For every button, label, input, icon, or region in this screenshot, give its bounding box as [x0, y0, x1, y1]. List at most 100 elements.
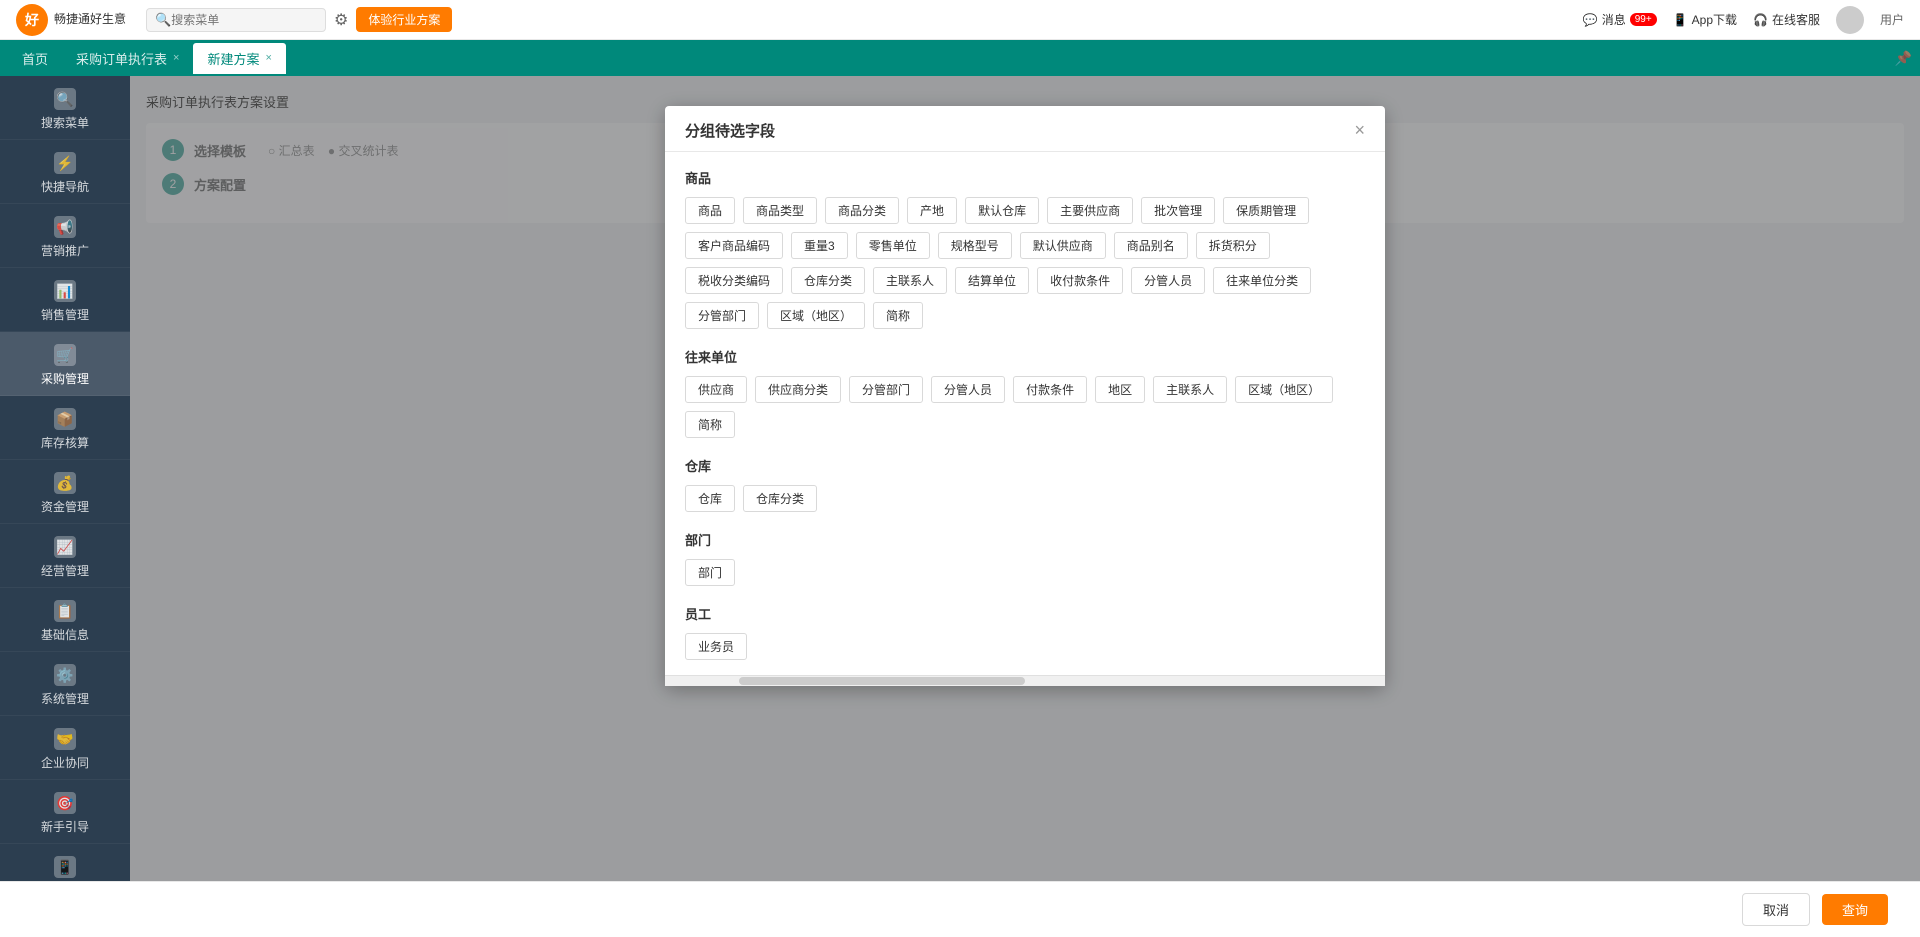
search-input[interactable] [171, 13, 301, 27]
tab-purchase-order[interactable]: 采购订单执行表 × [62, 43, 193, 74]
header-right: 💬 消息 99+ 📱 App下载 🎧 在线客服 用户 [1583, 6, 1904, 34]
sidebar-item-search[interactable]: 🔍 搜索菜单 [0, 76, 130, 140]
field-select-modal: 分组待选字段 × 商品 商品 商品类型 商品分类 产地 默认仓库 主要供应商 [665, 106, 1385, 686]
sidebar-sales-label: 销售管理 [41, 306, 89, 323]
field-product-alias[interactable]: 商品别名 [1114, 232, 1188, 259]
sidebar-item-purchase[interactable]: 🛒 采购管理 [0, 332, 130, 396]
section-employee-title: 员工 [685, 604, 1365, 623]
field-retail-unit[interactable]: 零售单位 [856, 232, 930, 259]
section-warehouse-title: 仓库 [685, 456, 1365, 475]
search-bar[interactable]: 🔍 [146, 8, 326, 32]
online-service-item[interactable]: 🎧 在线客服 [1753, 11, 1820, 28]
field-short-name-product[interactable]: 简称 [873, 302, 923, 329]
app-download-item[interactable]: 📱 App下载 [1673, 11, 1737, 28]
confirm-button[interactable]: 查询 [1822, 894, 1888, 925]
tab-new-plan-close[interactable]: × [265, 52, 271, 64]
sidebar-item-system[interactable]: ⚙️ 系统管理 [0, 652, 130, 716]
finance-icon: 💰 [54, 472, 76, 494]
field-main-supplier[interactable]: 主要供应商 [1047, 197, 1133, 224]
field-dept-manage[interactable]: 分管部门 [685, 302, 759, 329]
tab-purchase-close[interactable]: × [173, 52, 179, 64]
field-supplier[interactable]: 供应商 [685, 376, 747, 403]
message-badge: 99+ [1630, 13, 1657, 26]
avatar[interactable] [1836, 6, 1864, 34]
download-icon: 📱 [1673, 13, 1688, 27]
logo-area: 好 畅捷通好生意 [16, 4, 146, 36]
field-partner-supervisor[interactable]: 分管人员 [931, 376, 1005, 403]
field-main-contact[interactable]: 主联系人 [873, 267, 947, 294]
quick-nav-icon: ⚡ [54, 152, 76, 174]
layout: 🔍 搜索菜单 ⚡ 快捷导航 📢 营销推广 📊 销售管理 🛒 采购管理 📦 库存核… [0, 76, 1920, 937]
employee-fields-grid: 业务员 [685, 633, 1365, 660]
sidebar-item-sales[interactable]: 📊 销售管理 [0, 268, 130, 332]
field-weight3[interactable]: 重量3 [791, 232, 848, 259]
field-product-category[interactable]: 商品分类 [825, 197, 899, 224]
field-partner-category[interactable]: 往来单位分类 [1213, 267, 1311, 294]
logo-text: 畅捷通好生意 [54, 12, 126, 28]
gear-icon[interactable]: ⚙ [334, 10, 348, 30]
sidebar-item-finance[interactable]: 💰 资金管理 [0, 460, 130, 524]
section-partner-title: 往来单位 [685, 347, 1365, 366]
field-salesperson[interactable]: 业务员 [685, 633, 747, 660]
field-district[interactable]: 地区 [1095, 376, 1145, 403]
main-content: 采购订单执行表方案设置 1 选择模板 ○ 汇总表 ● 交叉统计表 2 方案配置 … [130, 76, 1920, 937]
trial-btn[interactable]: 体验行业方案 [356, 7, 452, 32]
field-product-type[interactable]: 商品类型 [743, 197, 817, 224]
field-split-points[interactable]: 拆货积分 [1196, 232, 1270, 259]
modal-body: 商品 商品 商品类型 商品分类 产地 默认仓库 主要供应商 批次管理 保质期管理… [665, 152, 1385, 675]
field-warehouse-type[interactable]: 仓库分类 [743, 485, 817, 512]
field-department[interactable]: 部门 [685, 559, 735, 586]
warehouse-fields-grid: 仓库 仓库分类 [685, 485, 1365, 512]
service-icon: 🎧 [1753, 13, 1768, 27]
basic-info-icon: 📋 [54, 600, 76, 622]
field-expiry-mgmt[interactable]: 保质期管理 [1223, 197, 1309, 224]
field-partner-region[interactable]: 区域（地区） [1235, 376, 1333, 403]
field-partner-contact[interactable]: 主联系人 [1153, 376, 1227, 403]
app-download-label: App下载 [1692, 11, 1737, 28]
field-payment-condition[interactable]: 付款条件 [1013, 376, 1087, 403]
field-region-product[interactable]: 区域（地区） [767, 302, 865, 329]
field-supplier-category[interactable]: 供应商分类 [755, 376, 841, 403]
message-item[interactable]: 💬 消息 99+ [1583, 11, 1657, 28]
marketing-icon: 📢 [54, 216, 76, 238]
dept-fields-grid: 部门 [685, 559, 1365, 586]
field-partner-dept[interactable]: 分管部门 [849, 376, 923, 403]
field-settlement-unit[interactable]: 结算单位 [955, 267, 1029, 294]
field-default-warehouse[interactable]: 默认仓库 [965, 197, 1039, 224]
sidebar-item-collab[interactable]: 🤝 企业协同 [0, 716, 130, 780]
sidebar-system-label: 系统管理 [41, 690, 89, 707]
field-warehouse[interactable]: 仓库 [685, 485, 735, 512]
modal-close-btn[interactable]: × [1354, 120, 1365, 141]
modal-hscrollbar[interactable] [665, 675, 1385, 686]
sidebar-basicinfo-label: 基础信息 [41, 626, 89, 643]
field-warehouse-category[interactable]: 仓库分类 [791, 267, 865, 294]
field-origin[interactable]: 产地 [907, 197, 957, 224]
field-tax-code[interactable]: 税收分类编码 [685, 267, 783, 294]
cancel-button[interactable]: 取消 [1742, 893, 1810, 926]
field-batch-mgmt[interactable]: 批次管理 [1141, 197, 1215, 224]
section-product-title: 商品 [685, 168, 1365, 187]
field-spec-model[interactable]: 规格型号 [938, 232, 1012, 259]
tab-home[interactable]: 首页 [8, 43, 62, 74]
field-payment-terms[interactable]: 收付款条件 [1037, 267, 1123, 294]
tab-purchase-label: 采购订单执行表 [76, 49, 167, 68]
section-product: 商品 商品 商品类型 商品分类 产地 默认仓库 主要供应商 批次管理 保质期管理… [685, 168, 1365, 329]
field-customer-code[interactable]: 客户商品编码 [685, 232, 783, 259]
sidebar-item-basic-info[interactable]: 📋 基础信息 [0, 588, 130, 652]
tab-new-plan[interactable]: 新建方案 × [193, 43, 285, 74]
sidebar-quicknav-label: 快捷导航 [41, 178, 89, 195]
field-product[interactable]: 商品 [685, 197, 735, 224]
sidebar-inventory-label: 库存核算 [41, 434, 89, 451]
field-default-supplier[interactable]: 默认供应商 [1020, 232, 1106, 259]
sidebar-item-inventory[interactable]: 📦 库存核算 [0, 396, 130, 460]
inventory-icon: 📦 [54, 408, 76, 430]
field-partner-short-name[interactable]: 简称 [685, 411, 735, 438]
sales-icon: 📊 [54, 280, 76, 302]
field-supervisor[interactable]: 分管人员 [1131, 267, 1205, 294]
top-header: 好 畅捷通好生意 🔍 ⚙ 体验行业方案 💬 消息 99+ 📱 App下载 🎧 在… [0, 0, 1920, 40]
section-employee: 员工 业务员 [685, 604, 1365, 660]
sidebar-item-marketing[interactable]: 📢 营销推广 [0, 204, 130, 268]
sidebar-item-guide[interactable]: 🎯 新手引导 [0, 780, 130, 844]
sidebar-item-operations[interactable]: 📈 经营管理 [0, 524, 130, 588]
sidebar-item-quick-nav[interactable]: ⚡ 快捷导航 [0, 140, 130, 204]
